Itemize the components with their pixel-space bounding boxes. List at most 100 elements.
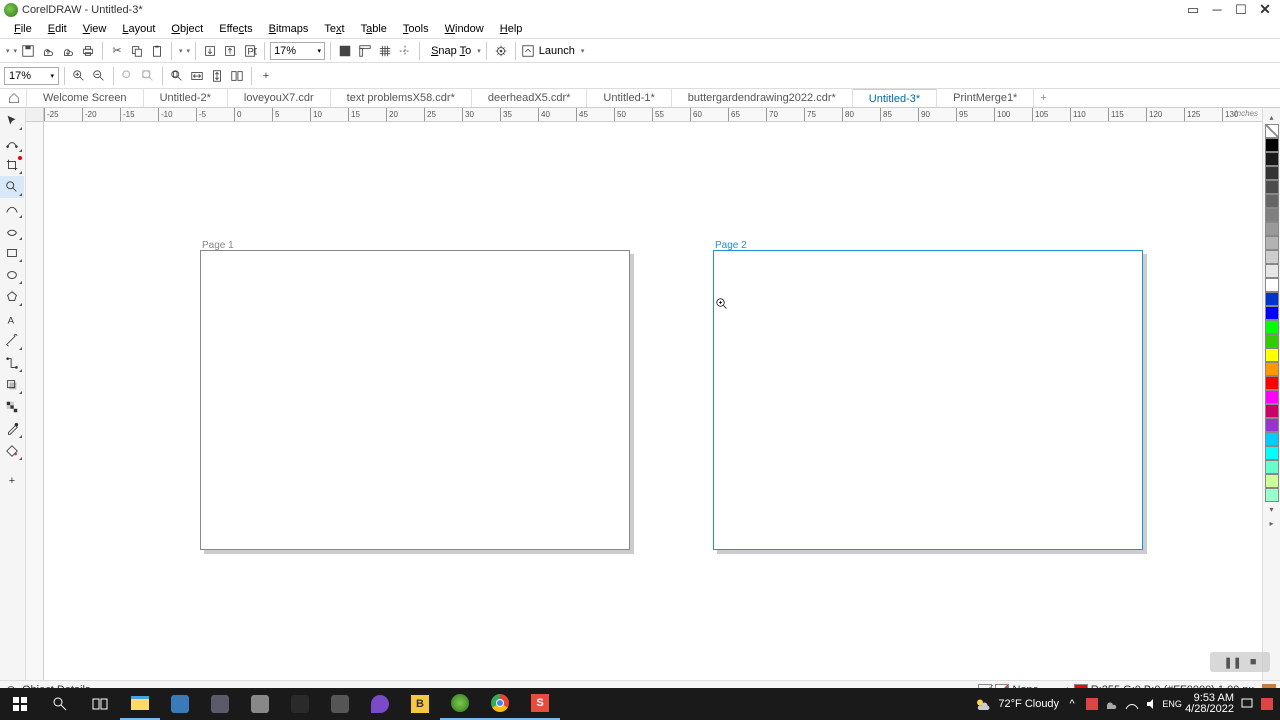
show-rulers-button[interactable]: [356, 42, 374, 60]
zoom-selection-icon[interactable]: [119, 67, 137, 85]
print-button[interactable]: [79, 42, 97, 60]
show-guidelines-button[interactable]: [396, 42, 414, 60]
zoom-in-icon[interactable]: [70, 67, 88, 85]
fill-tool-icon[interactable]: [0, 440, 24, 462]
parallel-dim-icon[interactable]: [0, 330, 24, 352]
color-swatch[interactable]: [1265, 348, 1279, 362]
taskbar-app-5-icon[interactable]: [320, 688, 360, 720]
menu-table[interactable]: Table: [353, 21, 395, 37]
color-swatch[interactable]: [1265, 376, 1279, 390]
artistic-media-icon[interactable]: [0, 220, 24, 242]
zoom-combo[interactable]: 17%▾: [270, 42, 325, 60]
menu-window[interactable]: Window: [437, 21, 492, 37]
zoom-level-combo[interactable]: 17%▾: [4, 67, 59, 85]
crop-tool-icon[interactable]: [0, 154, 24, 176]
tray-app-2-icon[interactable]: [1260, 697, 1274, 711]
taskbar-explorer-icon[interactable]: [120, 688, 160, 720]
color-swatch[interactable]: [1265, 320, 1279, 334]
publish-pdf-button[interactable]: PDF: [241, 42, 259, 60]
menu-tools[interactable]: Tools: [395, 21, 437, 37]
color-swatch[interactable]: [1265, 334, 1279, 348]
color-swatch[interactable]: [1265, 236, 1279, 250]
tab-textproblems[interactable]: text problemsX58.cdr*: [331, 89, 472, 107]
zoom-out-icon[interactable]: [90, 67, 108, 85]
color-swatch[interactable]: [1265, 292, 1279, 306]
color-swatch[interactable]: [1265, 250, 1279, 264]
weather-text[interactable]: 72°F Cloudy: [998, 699, 1059, 710]
tab-buttergarden[interactable]: buttergardendrawing2022.cdr*: [672, 89, 853, 107]
taskbar-chrome-icon[interactable]: [480, 688, 520, 720]
taskbar-app-8-icon[interactable]: S: [520, 688, 560, 720]
color-swatch[interactable]: [1265, 166, 1279, 180]
menu-bitmaps[interactable]: Bitmaps: [261, 21, 317, 37]
cloud-down-button[interactable]: [59, 42, 77, 60]
tray-chevron-icon[interactable]: ^: [1065, 697, 1079, 711]
ruler-origin[interactable]: [26, 108, 44, 122]
color-swatch[interactable]: [1265, 460, 1279, 474]
zoom-all-icon[interactable]: [139, 67, 157, 85]
export-button[interactable]: [221, 42, 239, 60]
taskbar-search-icon[interactable]: [40, 688, 80, 720]
taskbar-app-7-icon[interactable]: B: [400, 688, 440, 720]
color-swatch[interactable]: [1265, 446, 1279, 460]
tray-onedrive-icon[interactable]: [1105, 697, 1119, 711]
save-button[interactable]: [19, 42, 37, 60]
open-button[interactable]: ▾: [12, 42, 18, 60]
color-swatch[interactable]: [1265, 222, 1279, 236]
zoom-page-icon[interactable]: [168, 67, 186, 85]
cloud-up-button[interactable]: [39, 42, 57, 60]
rectangle-tool-icon[interactable]: [0, 242, 24, 264]
weather-icon[interactable]: [974, 695, 992, 713]
page-2[interactable]: [713, 250, 1143, 550]
pick-tool-icon[interactable]: [0, 110, 24, 132]
color-swatch[interactable]: [1265, 194, 1279, 208]
color-swatch[interactable]: [1265, 278, 1279, 292]
new-tab-button[interactable]: +: [1034, 89, 1052, 107]
minimize-button[interactable]: ─: [1206, 2, 1228, 18]
snap-to-dropdown[interactable]: Snap To▾: [427, 42, 481, 60]
tab-welcome[interactable]: Welcome Screen: [27, 89, 144, 107]
paste-button[interactable]: [148, 42, 166, 60]
palette-down-icon[interactable]: ▾: [1269, 502, 1273, 516]
ellipse-tool-icon[interactable]: [0, 264, 24, 286]
menu-edit[interactable]: Edit: [40, 21, 75, 37]
connector-tool-icon[interactable]: [0, 352, 24, 374]
color-swatch[interactable]: [1265, 390, 1279, 404]
tray-network-icon[interactable]: [1125, 697, 1139, 711]
menu-help[interactable]: Help: [492, 21, 531, 37]
menu-text[interactable]: Text: [316, 21, 352, 37]
tray-app-1-icon[interactable]: [1085, 697, 1099, 711]
color-swatch[interactable]: [1265, 474, 1279, 488]
stop-icon[interactable]: ■: [1250, 656, 1257, 668]
tray-lang-icon[interactable]: ENG: [1165, 697, 1179, 711]
color-swatch[interactable]: [1265, 362, 1279, 376]
vertical-ruler[interactable]: [26, 122, 44, 688]
freehand-tool-icon[interactable]: [0, 198, 24, 220]
page-1[interactable]: [200, 250, 630, 550]
tray-volume-icon[interactable]: [1145, 697, 1159, 711]
start-button[interactable]: [0, 688, 40, 720]
taskbar-coreldraw-icon[interactable]: [440, 688, 480, 720]
menu-effects[interactable]: Effects: [211, 21, 260, 37]
swatch-no-fill[interactable]: [1265, 124, 1279, 138]
tab-untitled-2[interactable]: Untitled-2*: [144, 89, 228, 107]
undo-button[interactable]: ▾: [177, 42, 183, 60]
home-tab-icon[interactable]: [2, 89, 27, 107]
text-tool-icon[interactable]: A: [0, 308, 24, 330]
palette-up-icon[interactable]: ▴: [1269, 110, 1273, 124]
color-swatch[interactable]: [1265, 306, 1279, 320]
zoom-page-height-icon[interactable]: [208, 67, 226, 85]
color-swatch[interactable]: [1265, 264, 1279, 278]
add-toolbar-button[interactable]: +: [257, 67, 275, 85]
zoom-tool-icon[interactable]: [0, 176, 24, 198]
color-swatch[interactable]: [1265, 208, 1279, 222]
recording-indicator[interactable]: ❚❚ ■: [1210, 652, 1270, 672]
color-swatch[interactable]: [1265, 152, 1279, 166]
color-swatch[interactable]: [1265, 404, 1279, 418]
tab-untitled-3[interactable]: Untitled-3*: [853, 89, 937, 107]
close-button[interactable]: ✕: [1254, 2, 1276, 18]
tab-deerhead[interactable]: deerheadX5.cdr*: [472, 89, 588, 107]
taskbar-app-4-icon[interactable]: [280, 688, 320, 720]
taskbar-clock[interactable]: 9:53 AM4/28/2022: [1185, 693, 1234, 715]
color-swatch[interactable]: [1265, 488, 1279, 502]
